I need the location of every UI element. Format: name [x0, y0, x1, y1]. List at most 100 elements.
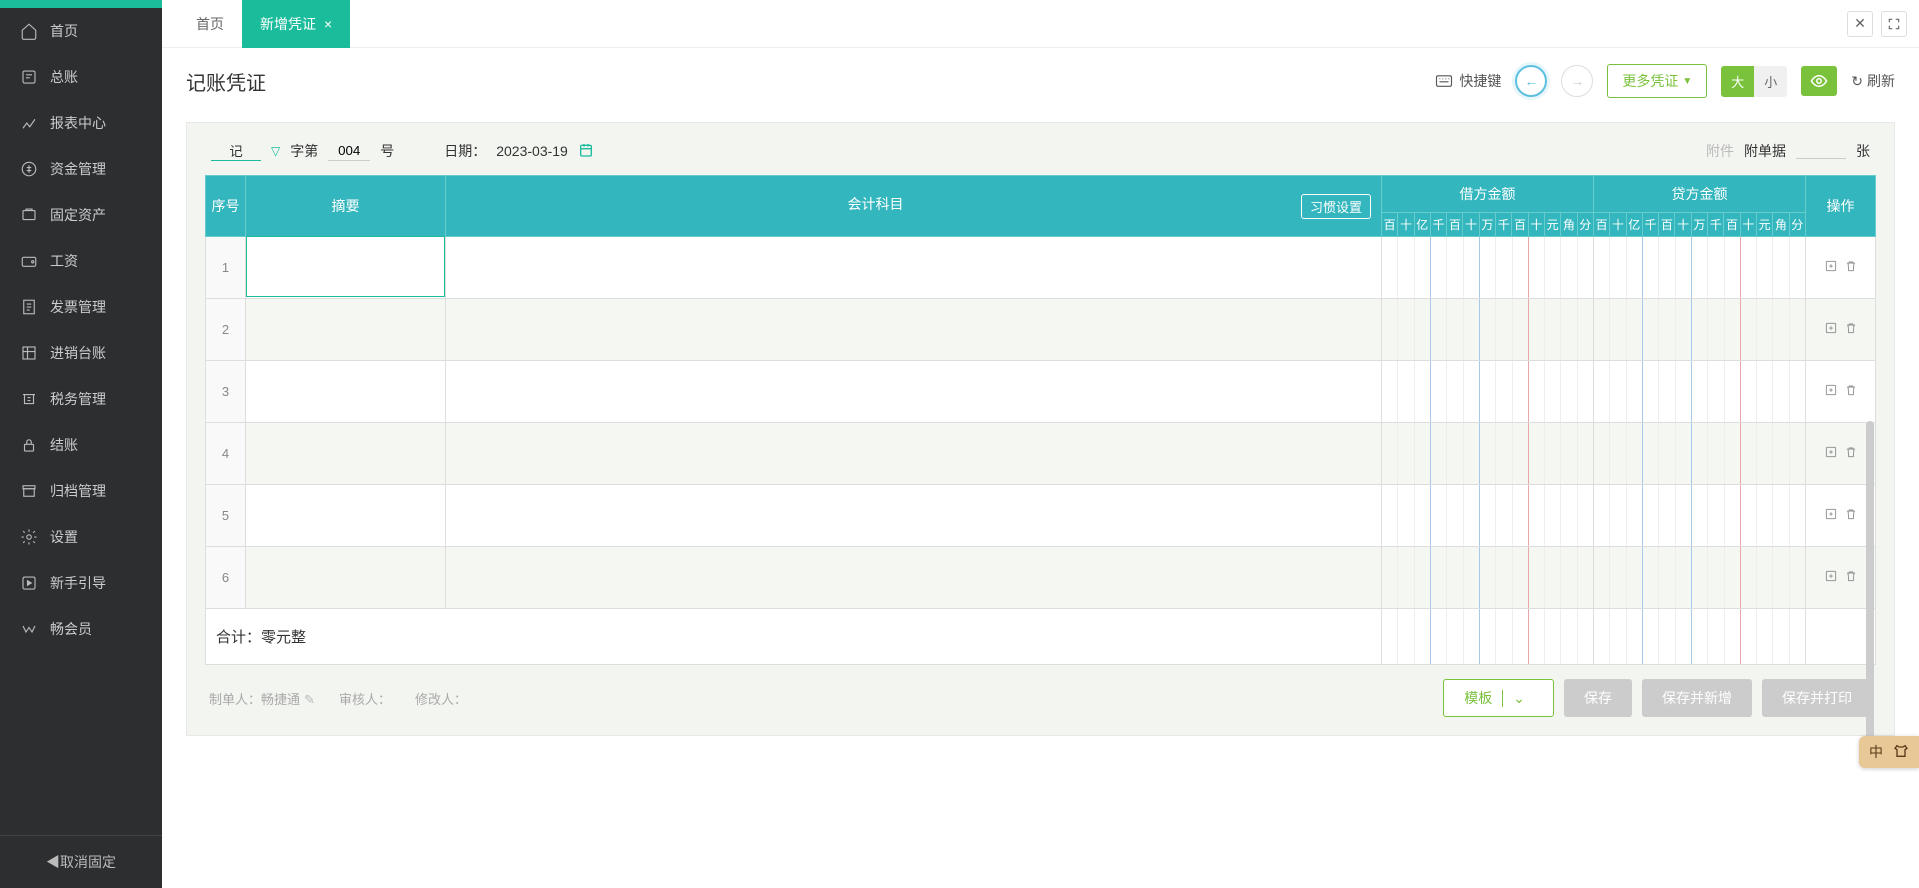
- save-new-button[interactable]: 保存并新增: [1642, 679, 1752, 717]
- col-debit: 借方金额: [1382, 176, 1594, 213]
- tax-icon: [20, 390, 38, 408]
- delete-row-icon[interactable]: [1844, 383, 1858, 400]
- subject-cell[interactable]: [446, 299, 1382, 361]
- delete-row-icon[interactable]: [1844, 445, 1858, 462]
- summary-input[interactable]: [246, 236, 445, 297]
- add-row-icon[interactable]: [1824, 445, 1838, 462]
- sidebar-item-home[interactable]: 首页: [0, 8, 162, 54]
- sidebar-item-assets[interactable]: 固定资产: [0, 192, 162, 238]
- credit-cell[interactable]: [1594, 237, 1806, 299]
- subject-cell[interactable]: [446, 423, 1382, 485]
- preview-button[interactable]: [1801, 66, 1837, 96]
- debit-cell[interactable]: [1382, 237, 1594, 299]
- template-button[interactable]: 模板⌄: [1443, 679, 1554, 717]
- ime-shirt-icon[interactable]: [1893, 743, 1909, 762]
- credit-cell[interactable]: [1594, 423, 1806, 485]
- summary-cell[interactable]: [246, 547, 446, 609]
- add-row-icon[interactable]: [1824, 259, 1838, 276]
- sidebar-item-member[interactable]: 畅会员: [0, 606, 162, 652]
- row-seq: 1: [206, 237, 246, 299]
- label-auditor: 审核人：: [339, 689, 391, 708]
- refresh-button[interactable]: ↻刷新: [1851, 71, 1895, 91]
- sidebar-item-guide[interactable]: 新手引导: [0, 560, 162, 606]
- save-button[interactable]: 保存: [1564, 679, 1632, 717]
- sidebar-item-salary[interactable]: 工资: [0, 238, 162, 284]
- add-row-icon[interactable]: [1824, 507, 1838, 524]
- delete-row-icon[interactable]: [1844, 569, 1858, 586]
- ime-indicator[interactable]: 中: [1859, 736, 1919, 768]
- col-credit: 贷方金额: [1594, 176, 1806, 213]
- subject-cell[interactable]: [446, 485, 1382, 547]
- add-row-icon[interactable]: [1824, 383, 1838, 400]
- voucher-footer: 制单人：畅捷通✎ 审核人： 修改人： 模板⌄ 保存 保存并新增 保存并打印: [205, 665, 1876, 717]
- sidebar-item-label: 结账: [50, 435, 78, 455]
- subject-cell[interactable]: [446, 547, 1382, 609]
- subject-cell[interactable]: [446, 361, 1382, 423]
- save-print-button[interactable]: 保存并打印: [1762, 679, 1872, 717]
- add-row-icon[interactable]: [1824, 321, 1838, 338]
- voucher-type-select[interactable]: [211, 141, 261, 161]
- summary-cell[interactable]: [246, 237, 446, 299]
- credit-cell[interactable]: [1594, 485, 1806, 547]
- edit-maker-icon[interactable]: ✎: [304, 692, 315, 707]
- chevron-down-icon[interactable]: ▽: [271, 144, 280, 158]
- ime-mode: 中: [1869, 742, 1883, 762]
- attach-button[interactable]: 附件: [1706, 141, 1734, 161]
- summary-cell[interactable]: [246, 299, 446, 361]
- fullscreen-icon[interactable]: [1881, 11, 1907, 37]
- prev-voucher-button[interactable]: ←: [1515, 65, 1547, 97]
- credit-cell[interactable]: [1594, 361, 1806, 423]
- size-big[interactable]: 大: [1721, 66, 1754, 97]
- delete-row-icon[interactable]: [1844, 321, 1858, 338]
- debit-cell[interactable]: [1382, 547, 1594, 609]
- chevron-down-icon[interactable]: ⌄: [1502, 690, 1533, 707]
- summary-cell[interactable]: [246, 361, 446, 423]
- ops-cell: [1806, 361, 1876, 423]
- sidebar-unpin[interactable]: ◀取消固定: [0, 835, 162, 888]
- voucher-number-input[interactable]: [328, 141, 370, 161]
- attach-count-input[interactable]: [1796, 143, 1846, 159]
- more-vouchers-button[interactable]: 更多凭证▼: [1607, 64, 1707, 98]
- debit-cell[interactable]: [1382, 299, 1594, 361]
- summary-cell[interactable]: [246, 423, 446, 485]
- sidebar-item-ledger[interactable]: 总账: [0, 54, 162, 100]
- tab-home[interactable]: 首页: [178, 0, 242, 48]
- sidebar-item-tax[interactable]: 税务管理: [0, 376, 162, 422]
- sidebar-item-invoice[interactable]: 发票管理: [0, 284, 162, 330]
- add-row-icon[interactable]: [1824, 569, 1838, 586]
- debit-cell[interactable]: [1382, 361, 1594, 423]
- credit-cell[interactable]: [1594, 547, 1806, 609]
- table-row: 1: [206, 237, 1876, 299]
- scrollbar[interactable]: [1866, 421, 1874, 761]
- voucher-panel: ▽ 字第 号 日期： 2023-03-19 附件 附单据 张: [186, 122, 1895, 736]
- tabs-close-all[interactable]: ✕: [1847, 11, 1873, 37]
- shortcut-button[interactable]: 快捷键: [1435, 71, 1501, 91]
- subject-cell[interactable]: [446, 237, 1382, 299]
- sidebar-item-reports[interactable]: 报表中心: [0, 100, 162, 146]
- debit-cell[interactable]: [1382, 485, 1594, 547]
- sidebar-item-closing[interactable]: 结账: [0, 422, 162, 468]
- size-small[interactable]: 小: [1754, 66, 1787, 97]
- calendar-icon[interactable]: [578, 142, 594, 161]
- habit-settings-button[interactable]: 习惯设置: [1301, 194, 1371, 219]
- sidebar-item-settings[interactable]: 设置: [0, 514, 162, 560]
- size-toggle[interactable]: 大小: [1721, 66, 1787, 97]
- summary-cell[interactable]: [246, 485, 446, 547]
- credit-cell[interactable]: [1594, 299, 1806, 361]
- sidebar-item-archive[interactable]: 归档管理: [0, 468, 162, 514]
- member-icon: [20, 620, 38, 638]
- delete-row-icon[interactable]: [1844, 507, 1858, 524]
- unit-header: 百: [1659, 213, 1675, 237]
- voucher-date[interactable]: 2023-03-19: [496, 143, 568, 159]
- delete-row-icon[interactable]: [1844, 259, 1858, 276]
- voucher-header: ▽ 字第 号 日期： 2023-03-19 附件 附单据 张: [205, 141, 1876, 175]
- sidebar-item-funds[interactable]: 资金管理: [0, 146, 162, 192]
- row-seq: 4: [206, 423, 246, 485]
- tab-new-voucher[interactable]: 新增凭证×: [242, 0, 350, 48]
- inventory-icon: [20, 344, 38, 362]
- close-icon[interactable]: ×: [324, 16, 332, 32]
- debit-cell[interactable]: [1382, 423, 1594, 485]
- next-voucher-button[interactable]: →: [1561, 65, 1593, 97]
- sidebar-item-inventory[interactable]: 进销台账: [0, 330, 162, 376]
- sidebar-item-label: 税务管理: [50, 389, 106, 409]
